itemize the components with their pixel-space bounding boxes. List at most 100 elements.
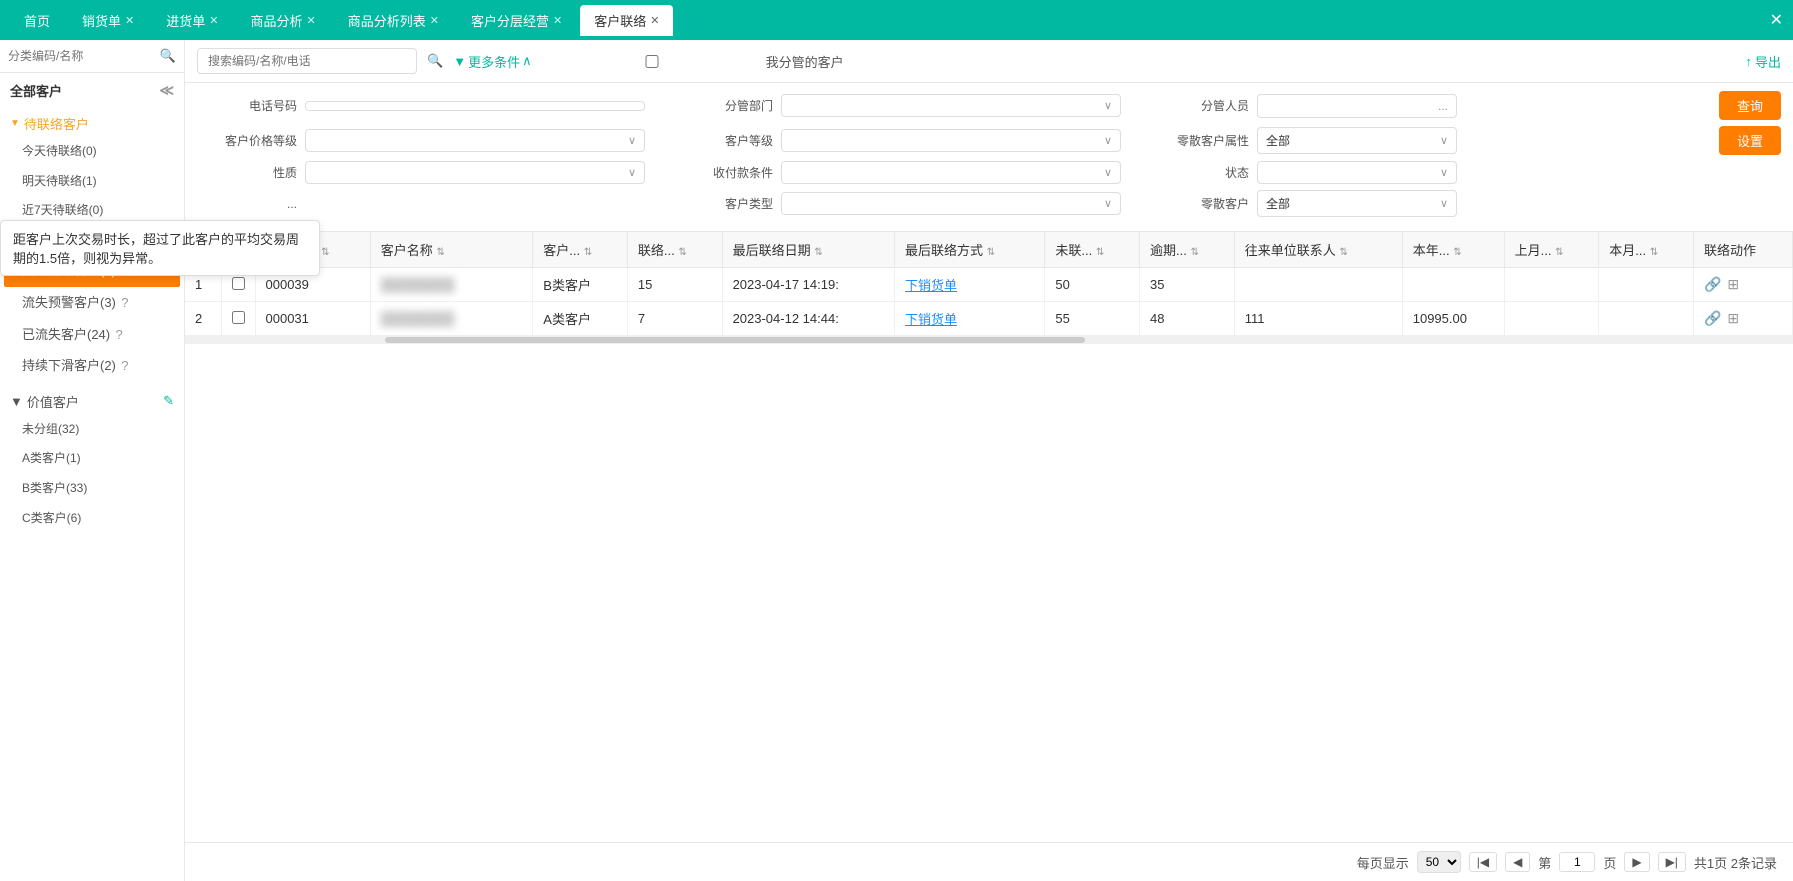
lost-help-icon[interactable]: ? (121, 295, 128, 310)
col-last-month[interactable]: 上月... ⇅ (1504, 232, 1599, 268)
col-this-year[interactable]: 本年... ⇅ (1402, 232, 1504, 268)
sidebar-search-icon[interactable]: 🔍 (160, 48, 176, 64)
row2-checkbox (221, 302, 255, 336)
customer-type-select[interactable]: ∨ (781, 192, 1121, 215)
status-select[interactable]: ∨ (1257, 161, 1457, 184)
col-grade[interactable]: 客户... ⇅ (533, 232, 628, 268)
next-page-button[interactable]: ▶ (1624, 852, 1649, 872)
prev-page-button[interactable]: ◀ (1505, 852, 1530, 872)
settings-button[interactable]: 设置 (1719, 126, 1781, 155)
page-number-input[interactable] (1559, 852, 1595, 872)
col-code-sort-icon[interactable]: ⇅ (321, 247, 329, 258)
col-this-month[interactable]: 本月... ⇅ (1599, 232, 1694, 268)
query-button[interactable]: 查询 (1719, 91, 1781, 120)
sidebar-value-header[interactable]: ▼ 价值客户 ✎ (0, 386, 184, 415)
sidebar-item-lost-warning[interactable]: 流失预警客户(3) ? (0, 287, 184, 319)
tab-home[interactable]: 首页 (10, 5, 64, 36)
phone-input[interactable] (305, 101, 645, 111)
sidebar-all-customers[interactable]: 全部客户 ≪ (0, 73, 184, 108)
gender-select[interactable]: ∨ (305, 161, 645, 184)
more-conditions-button[interactable]: ▼ 更多条件 ∧ (453, 52, 531, 71)
sidebar-item-b-class[interactable]: B类客户(33) (0, 474, 184, 504)
sidebar-search-input[interactable] (8, 49, 156, 63)
customer-grade-select[interactable]: ∨ (781, 129, 1121, 152)
my-customers-check[interactable] (542, 55, 762, 68)
sidebar-item-a-class[interactable]: A类客户(1) (0, 444, 184, 474)
row2-last-method-link[interactable]: 下销货单 (905, 312, 957, 327)
horizontal-scrollbar[interactable] (185, 336, 1793, 344)
col-last-month-sort-icon[interactable]: ⇅ (1555, 247, 1563, 258)
tab-customer-stratify[interactable]: 客户分层经营 ✕ (457, 5, 576, 36)
tab-product-analysis[interactable]: 商品分析 ✕ (236, 5, 329, 36)
col-unit-contact-sort-icon[interactable]: ⇅ (1339, 247, 1347, 258)
page-label: 第 (1538, 853, 1551, 872)
tab-sales-close[interactable]: ✕ (125, 14, 134, 27)
col-overdue-sort-icon[interactable]: ⇅ (1191, 247, 1199, 258)
value-edit-icon[interactable]: ✎ (163, 393, 174, 409)
retail-attr-select[interactable]: 全部 ∨ (1257, 127, 1457, 154)
tab-product-analysis-list[interactable]: 商品分析列表 ✕ (334, 5, 453, 36)
col-overdue[interactable]: 逾期... ⇅ (1140, 232, 1235, 268)
row1-grid-icon[interactable]: ⊞ (1727, 276, 1739, 293)
col-name[interactable]: 客户名称 ⇅ (370, 232, 533, 268)
sidebar-pending-section[interactable]: ▼ 待联络客户 (0, 108, 184, 137)
search-icon[interactable]: 🔍 (427, 53, 443, 69)
col-last-date-sort-icon[interactable]: ⇅ (814, 247, 822, 258)
sidebar-item-today-pending[interactable]: 今天待联络(0) (0, 137, 184, 167)
col-contact[interactable]: 联络... ⇅ (627, 232, 722, 268)
dept-select[interactable]: ∨ (781, 94, 1121, 117)
tab-purchase[interactable]: 进货单 ✕ (152, 5, 232, 36)
tab-customer-stratify-close[interactable]: ✕ (553, 14, 562, 27)
tab-product-analysis-list-close[interactable]: ✕ (430, 14, 439, 27)
sidebar-item-tomorrow-pending[interactable]: 明天待联络(1) (0, 167, 184, 197)
pending-triangle-icon: ▼ (10, 118, 20, 129)
row1-last-date: 2023-04-17 14:19: (722, 268, 894, 302)
row1-last-method-link[interactable]: 下销货单 (905, 278, 957, 293)
col-contact-sort-icon[interactable]: ⇅ (678, 247, 686, 258)
col-unread-sort-icon[interactable]: ⇅ (1096, 247, 1104, 258)
first-page-button[interactable]: |◀ (1469, 852, 1497, 872)
sidebar-collapse-button[interactable]: ≪ (159, 82, 174, 99)
sidebar-item-declining[interactable]: 持续下滑客户(2) ? (0, 350, 184, 382)
col-grade-sort-icon[interactable]: ⇅ (584, 247, 592, 258)
col-unit-contact[interactable]: 往来单位联系人 ⇅ (1234, 232, 1402, 268)
per-page-select[interactable]: 50 (1417, 851, 1461, 873)
col-last-method-sort-icon[interactable]: ⇅ (987, 247, 995, 258)
col-unread[interactable]: 未联... ⇅ (1045, 232, 1140, 268)
declining-help-icon[interactable]: ? (121, 358, 128, 373)
col-last-date[interactable]: 最后联络日期 ⇅ (722, 232, 894, 268)
last-page-button[interactable]: ▶| (1658, 852, 1686, 872)
tab-customer-contact-close[interactable]: ✕ (650, 14, 659, 27)
row2-link-icon[interactable]: 🔗 (1704, 310, 1721, 327)
person-select[interactable]: ... (1257, 94, 1457, 118)
retail-customer-select[interactable]: 全部 ∨ (1257, 190, 1457, 217)
scroll-thumb[interactable] (385, 337, 1085, 343)
tab-sales[interactable]: 销货单 ✕ (68, 5, 148, 36)
col-name-sort-icon[interactable]: ⇅ (436, 247, 444, 258)
window-close-button[interactable]: ✕ (1770, 10, 1783, 30)
col-last-method[interactable]: 最后联络方式 ⇅ (894, 232, 1044, 268)
already-lost-help-icon[interactable]: ? (115, 327, 122, 342)
my-customers-checkbox[interactable]: 我分管的客户 (542, 52, 844, 71)
sidebar-value-section: ▼ 价值客户 ✎ 未分组(32) A类客户(1) B类客户(33) C类客户(6… (0, 386, 184, 533)
row2-select-checkbox[interactable] (232, 311, 245, 324)
col-this-year-sort-icon[interactable]: ⇅ (1453, 247, 1461, 258)
export-button[interactable]: ↑ 导出 (1745, 52, 1781, 71)
row2-grid-icon[interactable]: ⊞ (1727, 310, 1739, 327)
row2-last-method[interactable]: 下销货单 (894, 302, 1044, 336)
customer-table: ⚙ 客户编码 ⇅ 客户名称 ⇅ (185, 232, 1793, 336)
payment-select[interactable]: ∨ (781, 161, 1121, 184)
search-input[interactable] (197, 48, 417, 74)
tab-purchase-close[interactable]: ✕ (209, 14, 218, 27)
sidebar-item-c-class[interactable]: C类客户(6) (0, 504, 184, 534)
row1-select-checkbox[interactable] (232, 277, 245, 290)
tab-customer-contact[interactable]: 客户联络 ✕ (580, 5, 673, 36)
sidebar-item-ungrouped[interactable]: 未分组(32) (0, 415, 184, 445)
row1-last-method[interactable]: 下销货单 (894, 268, 1044, 302)
sidebar-item-already-lost[interactable]: 已流失客户(24) ? (0, 319, 184, 351)
col-this-month-sort-icon[interactable]: ⇅ (1650, 247, 1658, 258)
payment-label: 收付款条件 (673, 164, 773, 181)
tab-product-analysis-close[interactable]: ✕ (307, 14, 316, 27)
price-grade-select[interactable]: ∨ (305, 129, 645, 152)
row1-link-icon[interactable]: 🔗 (1704, 276, 1721, 293)
